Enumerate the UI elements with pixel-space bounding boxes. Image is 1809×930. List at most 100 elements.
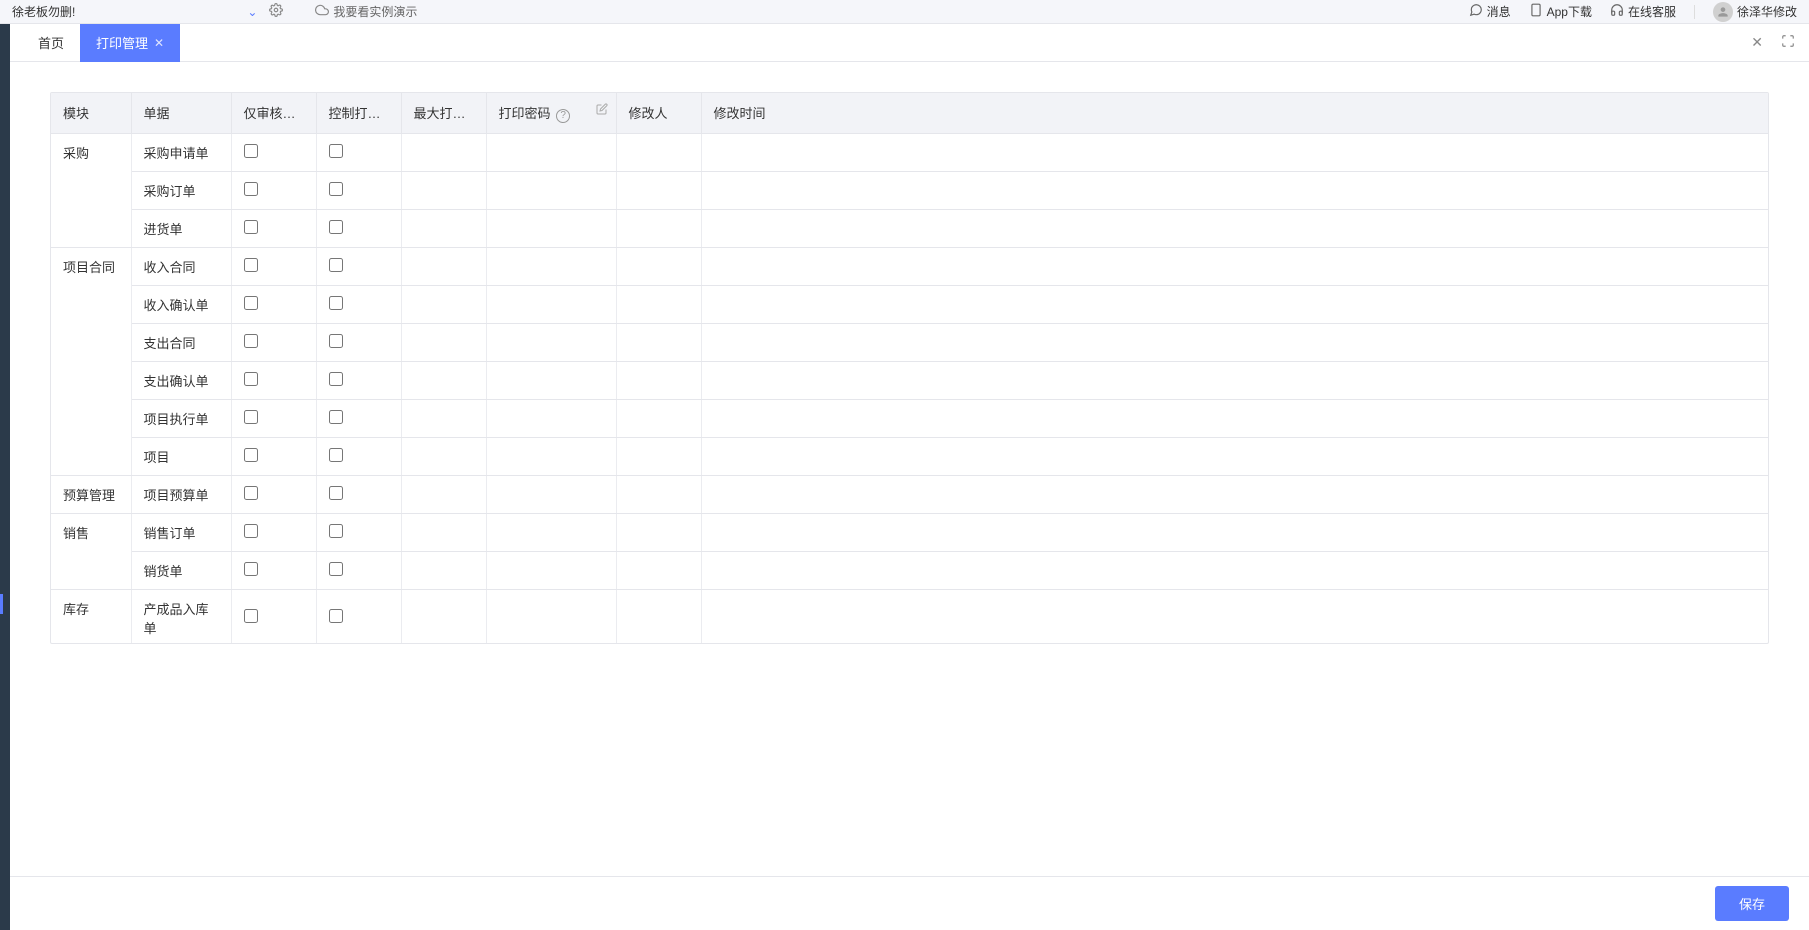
cell-document: 产成品入库单 — [131, 589, 231, 643]
cell-print-password — [486, 133, 616, 171]
checkbox-control-print[interactable] — [329, 258, 343, 272]
checkbox-after-audit[interactable] — [244, 609, 258, 623]
th-after-audit: 仅审核后... — [231, 93, 316, 133]
cell-document: 项目执行单 — [131, 399, 231, 437]
cell-print-password — [486, 589, 616, 643]
message-action[interactable]: 消息 — [1469, 3, 1511, 20]
cell-control-print — [316, 399, 401, 437]
cell-control-print — [316, 589, 401, 643]
checkbox-after-audit[interactable] — [244, 334, 258, 348]
save-button[interactable]: 保存 — [1715, 886, 1789, 921]
checkbox-control-print[interactable] — [329, 296, 343, 310]
cell-print-password — [486, 551, 616, 589]
table-scroll[interactable]: 模块 单据 仅审核后... 控制打印... 最大打印... 打印密码 ? — [51, 93, 1768, 643]
checkbox-after-audit[interactable] — [244, 144, 258, 158]
cell-control-print — [316, 361, 401, 399]
cell-modify-time — [701, 475, 1768, 513]
table-row: 项目合同收入合同 — [51, 247, 1768, 285]
checkbox-control-print[interactable] — [329, 486, 343, 500]
cell-control-print — [316, 171, 401, 209]
cell-modifier — [616, 209, 701, 247]
cell-module: 项目合同 — [51, 247, 131, 475]
cell-document: 采购订单 — [131, 171, 231, 209]
table-row: 销货单 — [51, 551, 1768, 589]
checkbox-control-print[interactable] — [329, 372, 343, 386]
table-row: 销售销售订单 — [51, 513, 1768, 551]
checkbox-after-audit[interactable] — [244, 524, 258, 538]
help-icon[interactable]: ? — [556, 109, 570, 123]
tab-home[interactable]: 首页 — [22, 24, 80, 62]
cell-modifier — [616, 551, 701, 589]
demo-link[interactable]: 我要看实例演示 — [315, 3, 417, 20]
cell-control-print — [316, 209, 401, 247]
cell-document: 收入合同 — [131, 247, 231, 285]
table-row: 项目 — [51, 437, 1768, 475]
th-module: 模块 — [51, 93, 131, 133]
gear-icon[interactable] — [269, 3, 283, 20]
user-name: 徐泽华修改 — [1737, 3, 1797, 20]
app-download-action[interactable]: App下载 — [1529, 3, 1592, 20]
table-row: 项目执行单 — [51, 399, 1768, 437]
checkbox-after-audit[interactable] — [244, 372, 258, 386]
cell-max-print — [401, 399, 486, 437]
cell-after-audit — [231, 285, 316, 323]
cell-modifier — [616, 361, 701, 399]
cell-control-print — [316, 133, 401, 171]
checkbox-control-print[interactable] — [329, 410, 343, 424]
cell-control-print — [316, 247, 401, 285]
content: 模块 单据 仅审核后... 控制打印... 最大打印... 打印密码 ? — [10, 62, 1809, 930]
checkbox-control-print[interactable] — [329, 144, 343, 158]
user-menu[interactable]: 徐泽华修改 — [1713, 2, 1797, 22]
checkbox-after-audit[interactable] — [244, 562, 258, 576]
cell-document: 项目 — [131, 437, 231, 475]
cell-after-audit — [231, 399, 316, 437]
fullscreen-icon[interactable] — [1777, 30, 1799, 55]
checkbox-control-print[interactable] — [329, 562, 343, 576]
cell-modify-time — [701, 323, 1768, 361]
checkbox-control-print[interactable] — [329, 334, 343, 348]
layout: 首页 打印管理 ✕ ✕ 模块 — [0, 24, 1809, 930]
close-icon[interactable]: ✕ — [154, 36, 164, 50]
checkbox-after-audit[interactable] — [244, 220, 258, 234]
checkbox-after-audit[interactable] — [244, 410, 258, 424]
cell-module: 库存 — [51, 589, 131, 643]
main: 首页 打印管理 ✕ ✕ 模块 — [10, 24, 1809, 930]
cell-modify-time — [701, 209, 1768, 247]
checkbox-after-audit[interactable] — [244, 486, 258, 500]
th-control-print: 控制打印... — [316, 93, 401, 133]
checkbox-after-audit[interactable] — [244, 448, 258, 462]
th-print-password-label: 打印密码 — [499, 106, 551, 121]
cell-after-audit — [231, 475, 316, 513]
company-select[interactable]: 徐老板勿删! ⌄ — [12, 3, 257, 20]
online-service-action[interactable]: 在线客服 — [1610, 3, 1676, 20]
cell-control-print — [316, 285, 401, 323]
tab-print-mgmt[interactable]: 打印管理 ✕ — [80, 24, 180, 62]
checkbox-after-audit[interactable] — [244, 296, 258, 310]
cell-control-print — [316, 475, 401, 513]
table-row: 支出合同 — [51, 323, 1768, 361]
checkbox-after-audit[interactable] — [244, 182, 258, 196]
cell-control-print — [316, 323, 401, 361]
checkbox-after-audit[interactable] — [244, 258, 258, 272]
checkbox-control-print[interactable] — [329, 182, 343, 196]
cell-module: 销售 — [51, 513, 131, 589]
cell-after-audit — [231, 323, 316, 361]
cell-print-password — [486, 513, 616, 551]
close-all-icon[interactable]: ✕ — [1747, 30, 1767, 55]
sidebar — [0, 24, 10, 930]
cell-max-print — [401, 437, 486, 475]
message-icon — [1469, 3, 1483, 20]
checkbox-control-print[interactable] — [329, 524, 343, 538]
cell-modify-time — [701, 513, 1768, 551]
edit-icon[interactable] — [596, 103, 608, 118]
checkbox-control-print[interactable] — [329, 220, 343, 234]
cell-max-print — [401, 133, 486, 171]
cell-modify-time — [701, 171, 1768, 209]
cell-modifier — [616, 475, 701, 513]
sidebar-indicator — [0, 594, 3, 614]
cell-document: 收入确认单 — [131, 285, 231, 323]
checkbox-control-print[interactable] — [329, 448, 343, 462]
cell-max-print — [401, 589, 486, 643]
th-modify-time: 修改时间 — [701, 93, 1768, 133]
checkbox-control-print[interactable] — [329, 609, 343, 623]
